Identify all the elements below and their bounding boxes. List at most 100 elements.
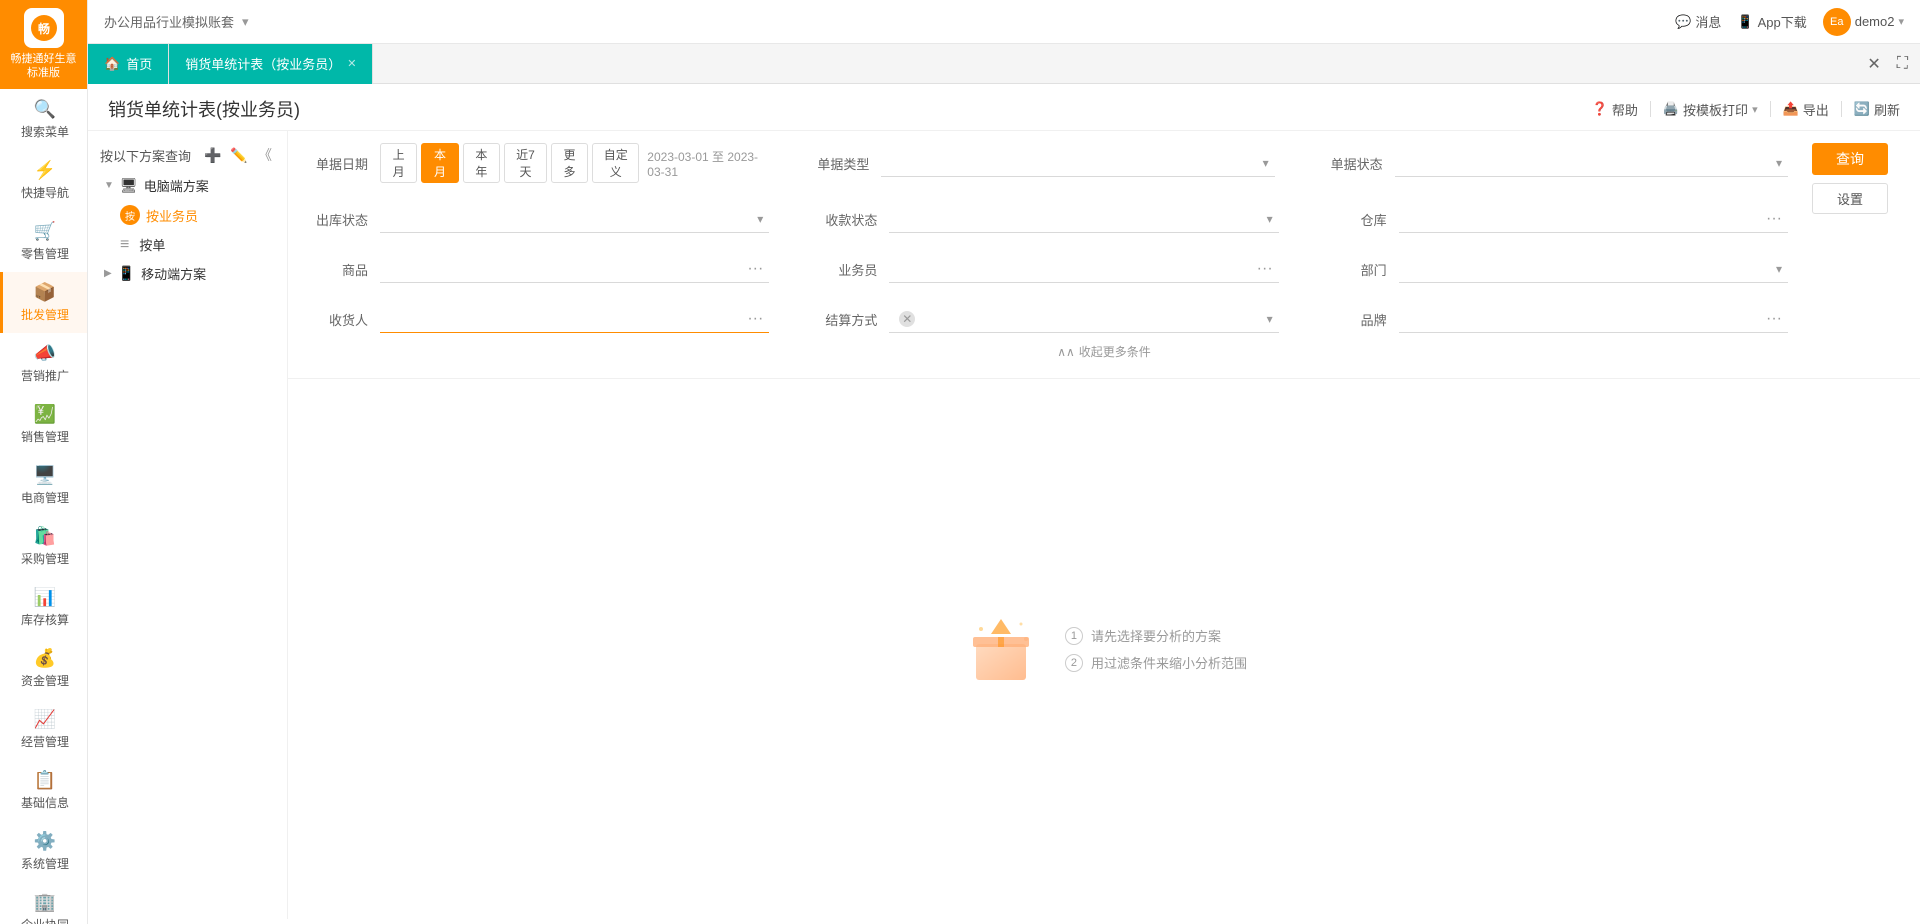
- empty-state: 1 请先选择要分析的方案 2 用过滤条件来缩小分析范围: [288, 379, 1920, 919]
- ecom-icon: 🖥️: [34, 465, 56, 486]
- message-icon: 💬: [1675, 14, 1691, 30]
- sidebar-item-enterprise[interactable]: 🏢 企业协同: [0, 882, 87, 924]
- payment-status-arrow: ▾: [1267, 212, 1273, 226]
- separator2: [1770, 101, 1771, 117]
- page-title: 销货单统计表(按业务员): [108, 96, 300, 122]
- tab-maximize-btn[interactable]: ⛶: [1893, 51, 1912, 77]
- tree-sub-item-order[interactable]: ≡ 按单: [112, 230, 287, 259]
- tab-home[interactable]: 🏠 首页: [88, 44, 169, 84]
- salesman-input[interactable]: ···: [889, 255, 1278, 283]
- empty-box-icon: [961, 609, 1041, 689]
- sidebar-item-wholesale[interactable]: 📦 批发管理: [0, 272, 87, 333]
- empty-num-1: 1: [1065, 627, 1083, 645]
- settle-method-label: 结算方式: [797, 310, 877, 329]
- settle-method-input[interactable]: ✕ ▾: [889, 305, 1278, 333]
- tree-sub-item-salesman[interactable]: 按 按业务员: [112, 200, 287, 230]
- doc-type-label: 单据类型: [789, 154, 869, 173]
- empty-num-2: 2: [1065, 654, 1083, 672]
- sidebar-item-basic[interactable]: 📋 基础信息: [0, 760, 87, 821]
- content-area: 按以下方案查询 ➕ ✏️ 《 ▼ 🖥 电脑端方案: [88, 131, 1920, 919]
- logo-icon: 畅: [24, 8, 64, 48]
- order-icon: ≡: [120, 236, 129, 254]
- left-panel-header: 按以下方案查询 ➕ ✏️ 《: [88, 139, 287, 171]
- purchase-icon: 🛍️: [34, 526, 56, 547]
- warehouse-input[interactable]: ···: [1399, 205, 1788, 233]
- doc-type-arrow: ▾: [1263, 156, 1269, 170]
- marketing-icon: 📣: [34, 343, 56, 364]
- messages-btn[interactable]: 💬 消息: [1675, 12, 1721, 31]
- collapse-panel-btn[interactable]: 《: [255, 145, 275, 165]
- sidebar-item-system[interactable]: ⚙️ 系统管理: [0, 821, 87, 882]
- warehouse-label: 仓库: [1307, 210, 1387, 229]
- empty-state-inner: 1 请先选择要分析的方案 2 用过滤条件来缩小分析范围: [961, 609, 1247, 689]
- sidebar-item-marketing[interactable]: 📣 营销推广: [0, 333, 87, 394]
- sidebar-item-quicknav[interactable]: ⚡ 快捷导航: [0, 150, 87, 211]
- doc-status-input[interactable]: ▾: [1395, 149, 1788, 177]
- sidebar-item-search[interactable]: 🔍 搜索菜单: [0, 89, 87, 150]
- filter-row-4: 收货人 ··· 结算方式 ✕ ▾ 品牌: [308, 305, 1788, 333]
- sidebar-item-sales[interactable]: 💹 销售管理: [0, 394, 87, 455]
- brand-input[interactable]: ···: [1399, 305, 1788, 333]
- date-btn-more[interactable]: 更多: [551, 143, 588, 183]
- sidebar-item-finance[interactable]: 💰 资金管理: [0, 638, 87, 699]
- date-btn-custom[interactable]: 自定义: [592, 143, 639, 183]
- user-dropdown-arrow: ▾: [1898, 15, 1904, 28]
- refresh-btn[interactable]: 🔄 刷新: [1854, 100, 1900, 119]
- filter-row-2: 出库状态 ▾ 收款状态 ▾ 仓库: [308, 205, 1788, 233]
- sidebar-item-retail[interactable]: 🛒 零售管理: [0, 211, 87, 272]
- date-btn-thismonth[interactable]: 本月: [421, 143, 458, 183]
- export-icon: 📤: [1783, 101, 1799, 117]
- quicknav-icon: ⚡: [34, 160, 56, 181]
- header-dropdown-arrow[interactable]: ▾: [242, 14, 249, 30]
- sidebar-item-inventory[interactable]: 📊 库存核算: [0, 577, 87, 638]
- tab-close-icon[interactable]: ✕: [347, 57, 356, 70]
- product-dots: ···: [747, 260, 763, 278]
- logo-area[interactable]: 畅 畅捷通好生意标准版: [0, 0, 87, 89]
- left-panel: 按以下方案查询 ➕ ✏️ 《 ▼ 🖥 电脑端方案: [88, 131, 288, 919]
- header-left: 办公用品行业模拟账套 ▾: [104, 12, 249, 31]
- basic-icon: 📋: [34, 770, 56, 791]
- export-btn[interactable]: 📤 导出: [1783, 100, 1829, 119]
- date-btn-thisyear[interactable]: 本年: [463, 143, 500, 183]
- tab-sales-stat[interactable]: 销货单统计表（按业务员） ✕: [169, 44, 373, 84]
- separator3: [1841, 101, 1842, 117]
- add-scheme-btn[interactable]: ➕: [203, 145, 223, 165]
- date-btn-lastmonth[interactable]: 上月: [380, 143, 417, 183]
- top-header: 办公用品行业模拟账套 ▾ 💬 消息 📱 App下载 Ea demo2 ▾: [88, 0, 1920, 44]
- filter-row-3: 商品 ··· 业务员 ··· 部门: [308, 255, 1788, 283]
- salesman-label: 业务员: [797, 260, 877, 279]
- print-arrow: ▾: [1752, 103, 1758, 116]
- dept-arrow: ▾: [1776, 262, 1782, 276]
- app-download-btn[interactable]: 📱 App下载: [1737, 12, 1806, 31]
- doc-type-input[interactable]: ▾: [881, 149, 1274, 177]
- collapse-btn[interactable]: ∧∧ 收起更多条件: [1051, 337, 1157, 366]
- sidebar-item-ecom[interactable]: 🖥️ 电商管理: [0, 455, 87, 516]
- settings-button[interactable]: 设置: [1812, 183, 1888, 214]
- empty-hint-1: 1 请先选择要分析的方案: [1065, 626, 1247, 645]
- tab-bar: 🏠 首页 销货单统计表（按业务员） ✕ ✕ ⛶: [88, 44, 1920, 84]
- sidebar-item-ops[interactable]: 📈 经营管理: [0, 699, 87, 760]
- user-avatar-area[interactable]: Ea demo2 ▾: [1823, 8, 1904, 36]
- help-btn[interactable]: ❓ 帮助: [1592, 100, 1638, 119]
- retail-icon: 🛒: [34, 221, 56, 242]
- sidebar-nav: 🔍 搜索菜单 ⚡ 快捷导航 🛒 零售管理 📦 批发管理 📣 营销推广 💹 销售管…: [0, 89, 87, 924]
- out-status-arrow: ▾: [757, 212, 763, 226]
- date-btn-7days[interactable]: 近7天: [504, 143, 547, 183]
- tab-close-window-btn[interactable]: ✕: [1863, 50, 1884, 78]
- product-input[interactable]: ···: [380, 255, 769, 283]
- edit-scheme-btn[interactable]: ✏️: [229, 145, 249, 165]
- sidebar-item-purchase[interactable]: 🛍️ 采购管理: [0, 516, 87, 577]
- out-status-input[interactable]: ▾: [380, 205, 769, 233]
- tree-mobile-scheme[interactable]: ▶ 📱 移动端方案: [88, 259, 287, 288]
- tree-arrow-mobile: ▶: [104, 268, 112, 279]
- doc-status-label: 单据状态: [1303, 154, 1383, 173]
- print-btn[interactable]: 🖨️ 按模板打印 ▾: [1663, 100, 1758, 119]
- tree-desktop-scheme[interactable]: ▼ 🖥 电脑端方案: [88, 171, 287, 200]
- consignee-input[interactable]: ···: [380, 305, 769, 333]
- dept-input[interactable]: ▾: [1399, 255, 1788, 283]
- settle-method-clear[interactable]: ✕: [899, 311, 915, 327]
- consignee-label: 收货人: [308, 310, 368, 329]
- payment-status-input[interactable]: ▾: [889, 205, 1278, 233]
- query-button[interactable]: 查询: [1812, 143, 1888, 175]
- page-header: 销货单统计表(按业务员) ❓ 帮助 🖨️ 按模板打印 ▾ 📤: [88, 84, 1920, 131]
